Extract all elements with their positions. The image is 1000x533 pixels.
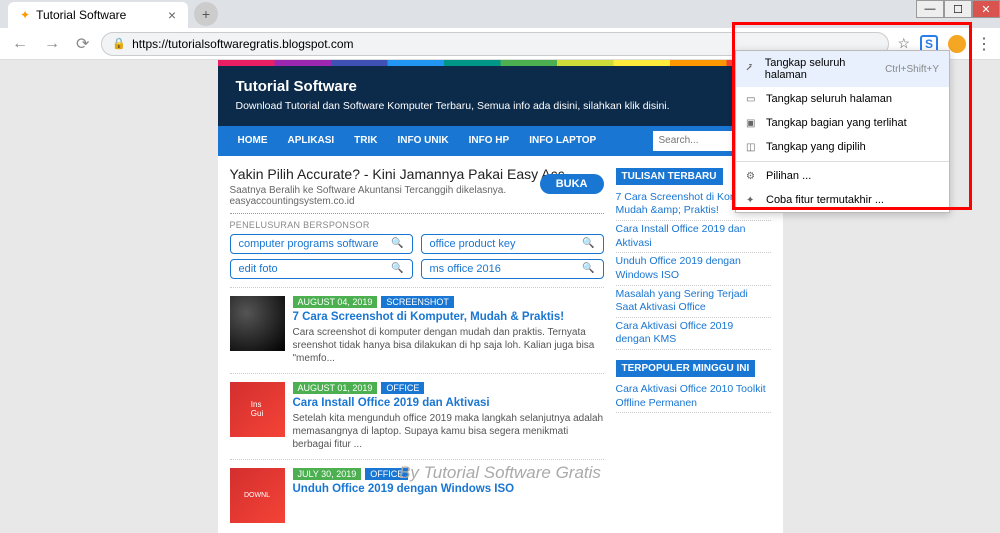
selection-icon: ◫ (746, 142, 758, 153)
search-icon: 🔍 (391, 238, 403, 249)
post-date[interactable]: JULY 30, 2019 (293, 468, 362, 480)
plus-icon: ✦ (746, 195, 758, 206)
post-thumbnail[interactable]: InsGui (230, 382, 285, 437)
search-icon: 🔍 (582, 238, 594, 249)
sidebar-link[interactable]: Unduh Office 2019 dengan Windows ISO (616, 253, 771, 285)
menu-capture-selection[interactable]: ◫ Tangkap yang dipilih (736, 135, 949, 159)
post-item: InsGui AUGUST 01, 2019OFFICE Cara Instal… (230, 373, 604, 451)
new-tab-button[interactable]: + (194, 2, 218, 26)
sidebar-link[interactable]: Cara Install Office 2019 dan Aktivasi (616, 221, 771, 253)
capture-icon: ⭷ (746, 61, 757, 78)
sponsor-link[interactable]: computer programs software🔍 (230, 234, 413, 254)
post-title[interactable]: Unduh Office 2019 dengan Windows ISO (293, 483, 604, 495)
nav-info-hp[interactable]: INFO HP (459, 135, 520, 146)
post-item: AUGUST 04, 2019SCREENSHOT 7 Cara Screens… (230, 287, 604, 365)
menu-capture-full-1[interactable]: ⭷ Tangkap seluruh halaman Ctrl+Shift+Y (736, 51, 949, 87)
close-button[interactable]: ✕ (972, 0, 1000, 18)
lock-icon: 🔒 (112, 37, 126, 50)
sponsor-link[interactable]: edit foto🔍 (230, 259, 413, 279)
nav-home[interactable]: HOME (228, 135, 278, 146)
page-content: Tutorial Software Download Tutorial dan … (218, 60, 783, 533)
menu-capture-visible[interactable]: ▣ Tangkap bagian yang terlihat (736, 111, 949, 135)
menu-capture-full-2[interactable]: ▭ Tangkap seluruh halaman (736, 87, 949, 111)
sidebar-link[interactable]: Cara Aktivasi Office 2019 dengan KMS (616, 318, 771, 350)
back-button[interactable]: ← (8, 35, 32, 53)
post-excerpt: Setelah kita mengunduh office 2019 maka … (293, 412, 604, 451)
forward-button[interactable]: → (40, 35, 64, 53)
nav-trik[interactable]: TRIK (344, 135, 387, 146)
post-excerpt: Cara screenshot di komputer dengan mudah… (293, 326, 604, 365)
post-item: DOWNL JULY 30, 2019OFFICE Unduh Office 2… (230, 459, 604, 523)
post-date[interactable]: AUGUST 04, 2019 (293, 296, 378, 308)
nav-info-unik[interactable]: INFO UNIK (388, 135, 459, 146)
site-title[interactable]: Tutorial Software (236, 78, 765, 95)
post-thumbnail[interactable] (230, 296, 285, 351)
post-category[interactable]: OFFICE (365, 468, 408, 480)
search-icon: 🔍 (582, 263, 594, 274)
site-tagline: Download Tutorial dan Software Komputer … (236, 99, 765, 114)
sponsor-label: PENELUSURAN BERSPONSOR (230, 220, 604, 230)
nav-aplikasi[interactable]: APLIKASI (278, 135, 345, 146)
visible-icon: ▣ (746, 118, 758, 129)
post-title[interactable]: Cara Install Office 2019 dan Aktivasi (293, 397, 604, 409)
minimize-button[interactable]: — (916, 0, 944, 18)
main-column: Yakin Pilih Accurate? - Kini Jamannya Pa… (230, 166, 604, 531)
tab-close-icon[interactable]: × (168, 7, 176, 23)
menu-options[interactable]: ⚙ Pilihan ... (736, 164, 949, 188)
popular-posts-list: Cara Aktivasi Office 2010 Toolkit Offlin… (616, 381, 771, 413)
sidebar-link[interactable]: Masalah yang Sering Terjadi Saat Aktivas… (616, 286, 771, 318)
post-category[interactable]: OFFICE (381, 382, 424, 394)
tab-title: Tutorial Software (36, 8, 126, 22)
menu-latest[interactable]: ✦ Coba fitur termutakhir ... (736, 188, 949, 212)
ad-open-button[interactable]: BUKA (540, 174, 604, 194)
post-title[interactable]: 7 Cara Screenshot di Komputer, Mudah & P… (293, 311, 604, 323)
sponsor-link[interactable]: ms office 2016🔍 (421, 259, 604, 279)
post-thumbnail[interactable]: DOWNL (230, 468, 285, 523)
search-icon: 🔍 (391, 263, 403, 274)
widget-title: TULISAN TERBARU (616, 168, 723, 185)
site-header: Tutorial Software Download Tutorial dan … (218, 66, 783, 126)
menu-separator (736, 161, 949, 162)
post-category[interactable]: SCREENSHOT (381, 296, 454, 308)
page-icon: ▭ (746, 94, 758, 105)
url-text: https://tutorialsoftwaregratis.blogspot.… (132, 37, 353, 51)
reload-button[interactable]: ⟳ (72, 34, 93, 54)
extension-menu: ⭷ Tangkap seluruh halaman Ctrl+Shift+Y ▭… (735, 50, 950, 213)
main-nav: HOME APLIKASI TRIK INFO UNIK INFO HP INF… (218, 126, 783, 156)
sponsor-link[interactable]: office product key🔍 (421, 234, 604, 254)
favicon: ✦ (20, 8, 30, 22)
gear-icon: ⚙ (746, 171, 758, 182)
browser-menu-icon[interactable]: ⋮ (976, 34, 992, 54)
profile-avatar[interactable] (948, 35, 966, 53)
maximize-button[interactable]: ☐ (944, 0, 972, 18)
sidebar: TULISAN TERBARU 7 Cara Screenshot di Kom… (616, 166, 771, 531)
sidebar-link[interactable]: Cara Aktivasi Office 2010 Toolkit Offlin… (616, 381, 771, 413)
nav-info-laptop[interactable]: INFO LAPTOP (519, 135, 606, 146)
tab-bar: ✦ Tutorial Software × + (0, 0, 1000, 28)
widget-title: TERPOPULER MINGGU INI (616, 360, 756, 377)
ad-block[interactable]: Yakin Pilih Accurate? - Kini Jamannya Pa… (230, 166, 604, 214)
browser-tab[interactable]: ✦ Tutorial Software × (8, 2, 188, 28)
post-date[interactable]: AUGUST 01, 2019 (293, 382, 378, 394)
